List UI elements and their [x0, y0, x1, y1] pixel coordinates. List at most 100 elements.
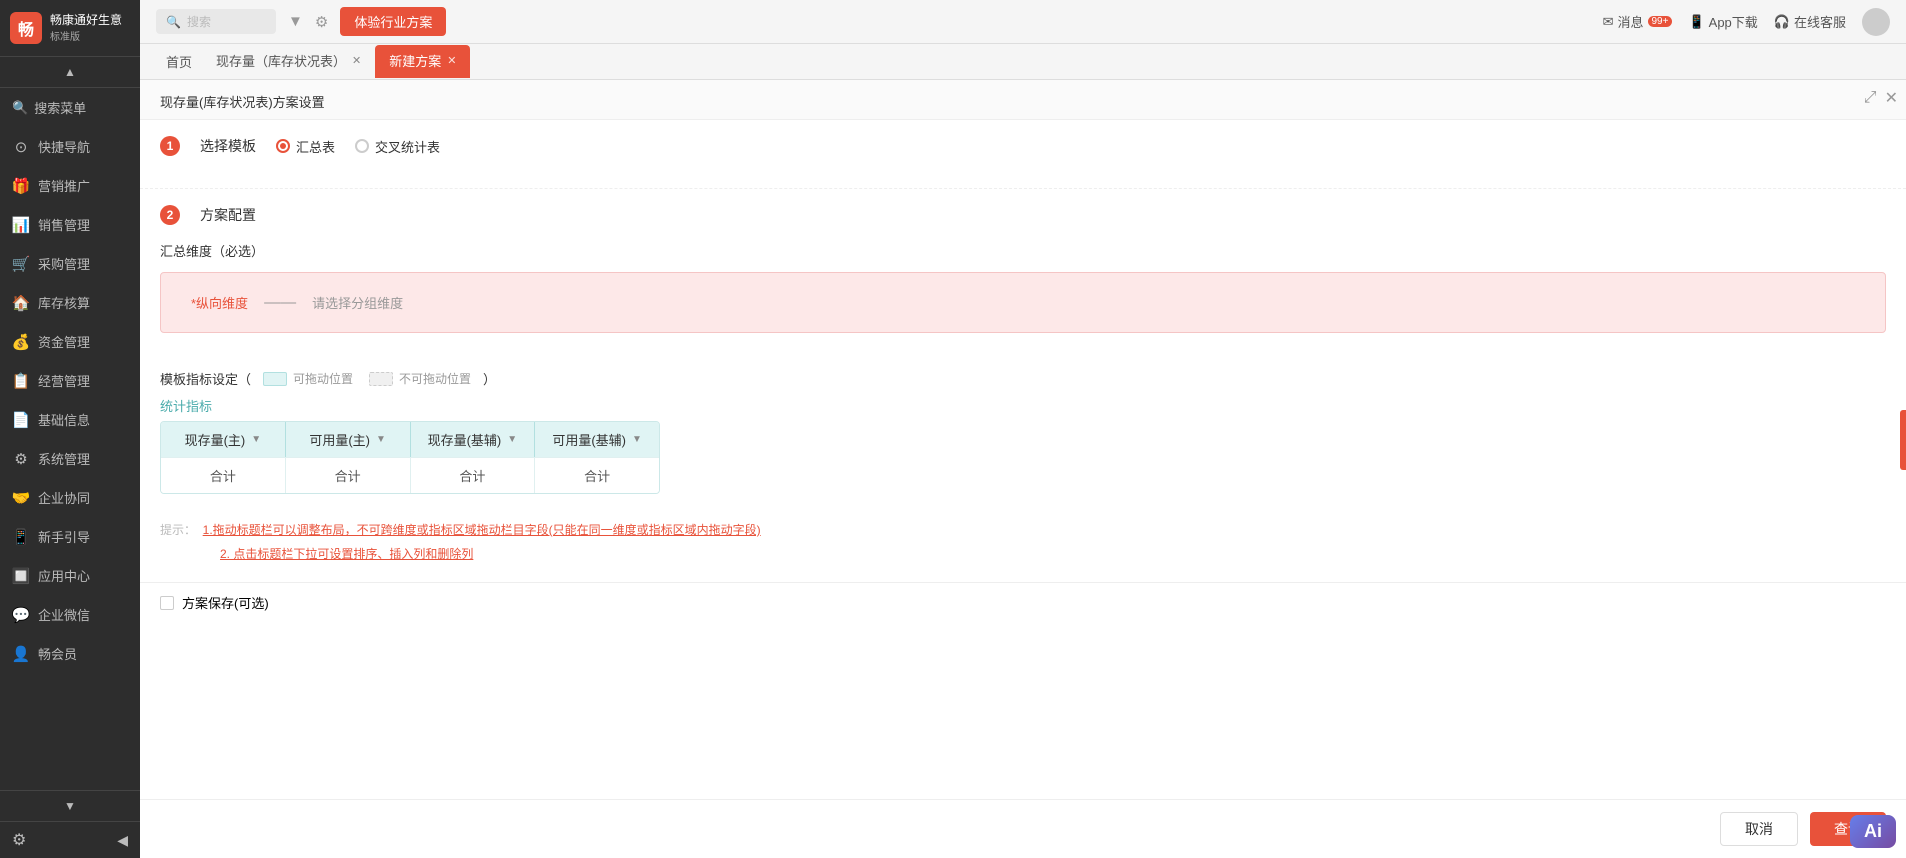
stat-col-1-header[interactable]: 现存量(主) ▼ [161, 422, 286, 457]
stat-title: 统计指标 [160, 396, 1886, 415]
stat-col-2-header[interactable]: 可用量(主) ▼ [286, 422, 411, 457]
step2-title: 方案配置 [200, 205, 256, 225]
stat-col-2-data: 合计 [286, 458, 411, 493]
tab-new-plan-close-icon[interactable]: ✕ [447, 54, 456, 67]
topbar-gear-icon[interactable]: ▼ [288, 13, 303, 30]
sidebar-item-wechat[interactable]: 💬 企业微信 [0, 595, 140, 634]
sidebar-item-purchase[interactable]: 🛒 采购管理 [0, 244, 140, 283]
tips-section: 提示： 1.拖动标题栏可以调整布局，不可跨维度或指标区域拖动栏目字段(只能在同一… [140, 510, 1906, 582]
panel-close-icon[interactable]: ✕ [1885, 88, 1898, 108]
stat-col-3-data: 合计 [411, 458, 536, 493]
stat-col-3-chevron[interactable]: ▼ [507, 434, 517, 445]
vertical-dim-area[interactable]: *纵向维度 —— 请选择分组维度 [160, 272, 1886, 333]
sidebar-item-operations[interactable]: 📋 经营管理 [0, 361, 140, 400]
indicator-section: 模板指标设定（ 可拖动位置 不可拖动位置 ） 统计指标 [140, 369, 1906, 510]
sidebar-toggle-icon[interactable]: ◀ [117, 832, 128, 849]
panel-header: 现存量(库存状况表)方案设置 [140, 80, 1906, 120]
sidebar-item-cooperation[interactable]: 🤝 企业协同 [0, 478, 140, 517]
stat-header-row: 现存量(主) ▼ 可用量(主) ▼ 现存量(基辅) ▼ 可用量(基辅) ▼ [161, 422, 659, 457]
sidebar-item-inventory[interactable]: 🏠 库存核算 [0, 283, 140, 322]
stat-col-2-chevron[interactable]: ▼ [376, 434, 386, 445]
topbar-search-text: 搜索 [187, 13, 211, 30]
new-guide-icon: 📱 [12, 528, 30, 546]
messages-btn[interactable]: ✉ 消息 99+ [1603, 12, 1673, 31]
app-download-btn[interactable]: 📱 App下载 [1688, 12, 1757, 31]
footer-actions: 取消 查询 [140, 799, 1906, 858]
panel-controls: ⤢ ✕ [1864, 88, 1898, 108]
sidebar-item-quick-nav[interactable]: ⊙ 快捷导航 [0, 127, 140, 166]
tab-inventory-status[interactable]: 现存量（库存状况表） ✕ [202, 45, 375, 78]
sidebar-item-sales[interactable]: 📊 销售管理 [0, 205, 140, 244]
cancel-button[interactable]: 取消 [1720, 812, 1798, 846]
sidebar-scroll: 🔍 搜索菜单 ⊙ 快捷导航 🎁 营销推广 📊 销售管理 🛒 采购管理 🏠 库存核… [0, 88, 140, 790]
stat-col-1-chevron[interactable]: ▼ [251, 434, 261, 445]
trial-btn[interactable]: 体验行业方案 [340, 7, 446, 36]
radio-summary[interactable]: 汇总表 [276, 137, 335, 156]
vertical-dim-label: *纵向维度 [191, 293, 248, 312]
sidebar-item-new-guide[interactable]: 📱 新手引导 [0, 517, 140, 556]
stat-col-1-data: 合计 [161, 458, 286, 493]
tips-line1-text: 1.拖动标题栏可以调整布局，不可跨维度或指标区域拖动栏目字段(只能在同一维度或指… [203, 523, 761, 537]
scroll-down-arrow[interactable]: ▼ [61, 797, 79, 815]
tab-home[interactable]: 首页 [156, 46, 202, 77]
topbar-search-icon: 🔍 [166, 15, 181, 29]
sidebar-bottom: ⚙ ◀ [0, 821, 140, 858]
indicator-label-text: 模板指标设定（ [160, 369, 251, 388]
topbar-search-box[interactable]: 🔍 搜索 [156, 9, 276, 34]
app-tag: 标准版 [50, 28, 122, 43]
sidebar-item-basic-info[interactable]: 📄 基础信息 [0, 400, 140, 439]
tab-new-plan[interactable]: 新建方案 ✕ [375, 45, 470, 78]
sidebar-item-label: 系统管理 [38, 449, 90, 468]
messages-badge: 99+ [1648, 16, 1673, 27]
legend-blue-box [263, 372, 287, 386]
sidebar-item-label: 基础信息 [38, 410, 90, 429]
stat-col-2-name: 可用量(主) [309, 430, 370, 449]
scroll-up-arrow[interactable]: ▲ [61, 63, 79, 81]
stat-col-4-name: 可用量(基辅) [552, 430, 626, 449]
inventory-icon: 🏠 [12, 294, 30, 312]
tab-new-plan-label: 新建方案 [389, 51, 441, 70]
search-icon: 🔍 [12, 100, 28, 116]
sidebar-item-label: 库存核算 [38, 293, 90, 312]
save-checkbox[interactable] [160, 596, 174, 610]
radio-cross[interactable]: 交叉统计表 [355, 137, 440, 156]
legend-unmovable: 不可拖动位置 [369, 370, 471, 387]
ai-badge[interactable]: Ai [1850, 815, 1896, 848]
tips-line2-text: 2. 点击标题栏下拉可设置排序、插入列和删除列 [220, 547, 473, 561]
topbar-settings-icon[interactable]: ⚙ [315, 13, 328, 31]
stat-col-4-data: 合计 [535, 458, 659, 493]
stat-col-4-header[interactable]: 可用量(基辅) ▼ [535, 422, 659, 457]
member-icon: 👤 [12, 645, 30, 663]
panel-expand-icon[interactable]: ⤢ [1864, 89, 1877, 107]
online-service-btn[interactable]: 🎧 在线客服 [1774, 12, 1846, 31]
marketing-icon: 🎁 [12, 177, 30, 195]
settings-icon[interactable]: ⚙ [12, 830, 26, 850]
dim-dash: —— [264, 294, 296, 312]
sidebar-item-label: 畅会员 [38, 644, 77, 663]
finance-icon: 💰 [12, 333, 30, 351]
user-avatar[interactable] [1862, 8, 1890, 36]
stat-data-row: 合计 合计 合计 合计 [161, 457, 659, 493]
sidebar-item-label: 采购管理 [38, 254, 90, 273]
sidebar-item-marketing[interactable]: 🎁 营销推广 [0, 166, 140, 205]
sidebar-item-app-center[interactable]: 🔲 应用中心 [0, 556, 140, 595]
step2-section: 2 方案配置 汇总维度（必选） *纵向维度 —— 请选择分组维度 [140, 205, 1906, 369]
tips-line2: 2. 点击标题栏下拉可设置排序、插入列和删除列 [160, 542, 1886, 566]
summary-dim-label: 汇总维度（必选） [160, 241, 1886, 260]
operations-icon: 📋 [12, 372, 30, 390]
tab-inventory-label: 现存量（库存状况表） [216, 51, 346, 70]
stat-col-3-header[interactable]: 现存量(基辅) ▼ [411, 422, 536, 457]
stat-col-4-chevron[interactable]: ▼ [632, 434, 642, 445]
app-download-label: App下载 [1709, 12, 1758, 31]
sidebar-item-finance[interactable]: 💰 资金管理 [0, 322, 140, 361]
app-download-icon: 📱 [1688, 14, 1704, 30]
indicator-label-suffix: ） [483, 369, 496, 388]
sidebar-search[interactable]: 🔍 搜索菜单 [0, 88, 140, 127]
sidebar-logo: 畅 畅康通好生意 标准版 [0, 0, 140, 57]
sidebar-item-system[interactable]: ⚙ 系统管理 [0, 439, 140, 478]
message-icon: ✉ [1603, 14, 1614, 30]
basic-info-icon: 📄 [12, 411, 30, 429]
tab-inventory-close-icon[interactable]: ✕ [352, 54, 361, 67]
app-name: 畅康通好生意 [50, 13, 122, 29]
sidebar-item-member[interactable]: 👤 畅会员 [0, 634, 140, 673]
